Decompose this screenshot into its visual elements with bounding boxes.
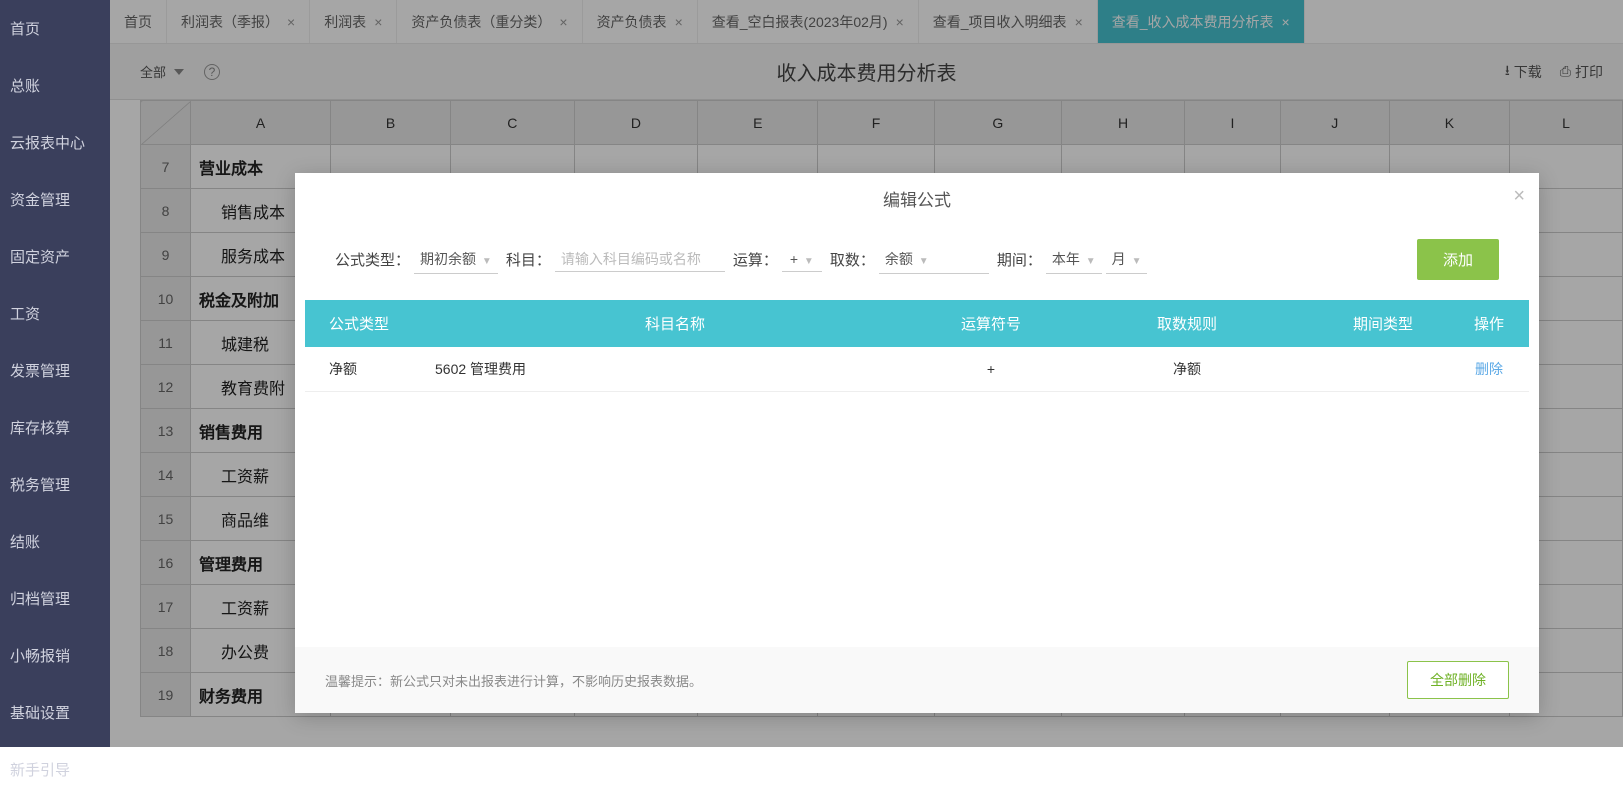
chevron-down-icon: ▼ <box>919 256 929 267</box>
th-action: 操作 <box>1449 300 1529 347</box>
modal-footer: 温馨提示：新公式只对未出报表进行计算，不影响历史报表数据。 全部删除 <box>295 647 1539 713</box>
cell-type: 净额 <box>305 347 425 392</box>
sidebar-item-guide[interactable]: 新手引导 <box>0 741 110 798</box>
chevron-down-icon: ▼ <box>804 256 814 267</box>
fetch-select[interactable]: 余额 ▼ <box>879 245 989 274</box>
th-period: 期间类型 <box>1317 300 1449 347</box>
formula-row: 净额 5602 管理费用 + 净额 删除 <box>305 347 1529 392</box>
cell-op: + <box>925 347 1057 392</box>
sidebar: 首页 总账 云报表中心 资金管理 固定资产 工资 发票管理 库存核算 税务管理 … <box>0 0 110 747</box>
th-type: 公式类型 <box>305 300 425 347</box>
th-op: 运算符号 <box>925 300 1057 347</box>
operator-select[interactable]: + ▼ <box>782 247 822 272</box>
modal-title: 编辑公式 <box>883 186 951 211</box>
formula-table: 公式类型 科目名称 运算符号 取数规则 期间类型 操作 净额 5602 管理费用… <box>305 300 1529 392</box>
delete-row-link[interactable]: 删除 <box>1475 361 1503 377</box>
sidebar-item-inventory[interactable]: 库存核算 <box>0 399 110 456</box>
sidebar-item-salary[interactable]: 工资 <box>0 285 110 342</box>
sidebar-item-tax[interactable]: 税务管理 <box>0 456 110 513</box>
sidebar-item-settings[interactable]: 基础设置 <box>0 684 110 741</box>
sidebar-item-report-center[interactable]: 云报表中心 <box>0 114 110 171</box>
sidebar-item-close[interactable]: 结账 <box>0 513 110 570</box>
subject-label: 科目： <box>506 249 551 270</box>
chevron-down-icon: ▼ <box>1132 256 1142 267</box>
cell-subject: 5602 管理费用 <box>425 347 925 392</box>
subject-input[interactable] <box>555 247 725 272</box>
sidebar-item-home[interactable]: 首页 <box>0 0 110 57</box>
tip-text: 温馨提示：新公式只对未出报表进行计算，不影响历史报表数据。 <box>325 671 702 690</box>
th-rule: 取数规则 <box>1057 300 1317 347</box>
type-select[interactable]: 期初余额 ▼ <box>414 245 498 274</box>
sidebar-item-invoice[interactable]: 发票管理 <box>0 342 110 399</box>
period-year-select[interactable]: 本年 ▼ <box>1046 245 1102 274</box>
chevron-down-icon: ▼ <box>1086 256 1096 267</box>
cell-period <box>1317 347 1449 392</box>
modal-header: 编辑公式 × <box>295 173 1539 223</box>
sidebar-item-fixed-assets[interactable]: 固定资产 <box>0 228 110 285</box>
delete-all-button[interactable]: 全部删除 <box>1407 661 1509 699</box>
type-label: 公式类型： <box>335 249 410 270</box>
close-icon[interactable]: × <box>1513 185 1525 208</box>
th-subject: 科目名称 <box>425 300 925 347</box>
chevron-down-icon: ▼ <box>482 256 492 267</box>
sidebar-item-fund[interactable]: 资金管理 <box>0 171 110 228</box>
operator-label: 运算： <box>733 249 778 270</box>
fetch-label: 取数： <box>830 249 875 270</box>
edit-formula-modal: 编辑公式 × 公式类型： 期初余额 ▼ 科目： 运算： + ▼ 取数： 余额 ▼… <box>295 173 1539 713</box>
sidebar-item-expense[interactable]: 小畅报销 <box>0 627 110 684</box>
add-button[interactable]: 添加 <box>1417 239 1499 280</box>
period-month-select[interactable]: 月 ▼ <box>1106 245 1148 274</box>
formula-form: 公式类型： 期初余额 ▼ 科目： 运算： + ▼ 取数： 余额 ▼ 期间： 本年… <box>295 223 1539 300</box>
sidebar-item-archive[interactable]: 归档管理 <box>0 570 110 627</box>
cell-rule: 净额 <box>1057 347 1317 392</box>
period-label: 期间： <box>997 249 1042 270</box>
sidebar-item-ledger[interactable]: 总账 <box>0 57 110 114</box>
